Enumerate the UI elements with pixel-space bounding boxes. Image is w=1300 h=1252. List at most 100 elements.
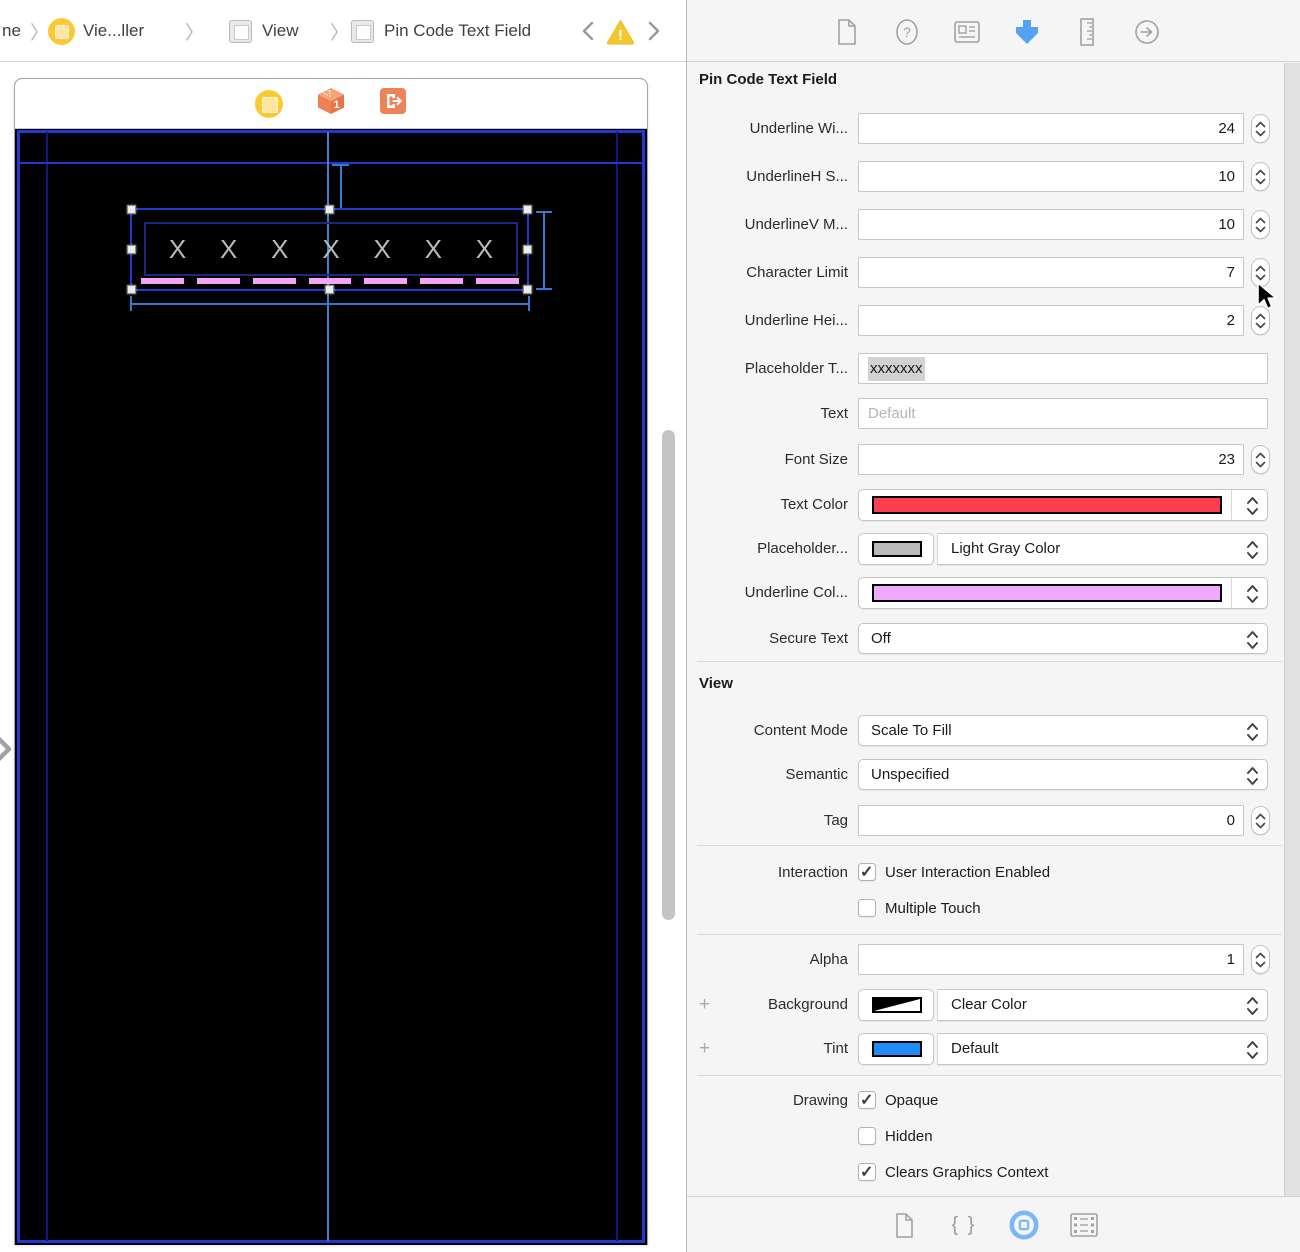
breadcrumb-prefix[interactable]: ne bbox=[2, 0, 21, 62]
placeholder-char: X bbox=[168, 233, 187, 264]
placeholder-color-popup[interactable]: Light Gray Color bbox=[937, 533, 1268, 565]
text-input[interactable]: Default bbox=[858, 398, 1268, 429]
field-label: Character Limit bbox=[746, 264, 848, 281]
view-icon[interactable] bbox=[229, 0, 252, 62]
font-size-input[interactable]: 23 bbox=[858, 444, 1244, 475]
view-controller-icon[interactable] bbox=[255, 89, 283, 118]
right-margin-guide bbox=[616, 132, 618, 1241]
code-snippet-library-icon[interactable]: { } bbox=[949, 1210, 979, 1240]
tag-stepper[interactable] bbox=[1251, 806, 1270, 835]
underline-width-stepper[interactable] bbox=[1251, 114, 1270, 143]
svg-text:?: ? bbox=[903, 24, 911, 40]
exit-icon[interactable] bbox=[379, 87, 407, 120]
file-template-library-icon[interactable] bbox=[889, 1210, 919, 1240]
connections-inspector-icon[interactable] bbox=[1134, 19, 1160, 45]
tag-input[interactable]: 0 bbox=[858, 805, 1244, 836]
resize-handle-top-right[interactable] bbox=[523, 205, 532, 214]
semantic-popup[interactable]: Unspecified bbox=[858, 759, 1268, 790]
multiple-touch-checkbox[interactable] bbox=[858, 899, 876, 917]
hidden-checkbox[interactable] bbox=[858, 1127, 876, 1145]
identity-inspector-icon[interactable] bbox=[954, 19, 980, 45]
view-controller-scene[interactable]: 1 X X X X X X X bbox=[14, 78, 648, 1245]
underlinev-margin-stepper[interactable] bbox=[1251, 210, 1270, 239]
section-title-view: View bbox=[699, 675, 733, 692]
scene-dock: 1 bbox=[15, 79, 647, 129]
checkbox-label: Opaque bbox=[885, 1092, 939, 1109]
resize-handle-top-center[interactable] bbox=[325, 205, 334, 214]
warning-icon[interactable]: ! bbox=[606, 0, 635, 62]
view-controller-icon[interactable] bbox=[48, 0, 75, 62]
secure-text-popup[interactable]: Off bbox=[858, 623, 1268, 654]
field-row-content-mode: Content Mode Scale To Fill bbox=[687, 715, 1279, 746]
tint-color-popup[interactable]: Default bbox=[937, 1033, 1268, 1065]
field-row-drawing-2: Hidden bbox=[687, 1121, 1279, 1152]
tint-color-swatch bbox=[872, 1041, 922, 1057]
quick-help-inspector-icon[interactable]: ? bbox=[894, 19, 920, 45]
first-responder-icon[interactable]: 1 bbox=[316, 86, 346, 121]
underline-color-well[interactable] bbox=[858, 577, 1268, 609]
field-label: Underline Wi... bbox=[749, 120, 848, 137]
attributes-inspector-icon[interactable] bbox=[1014, 19, 1040, 45]
section-title-pin-code-text-field: Pin Code Text Field bbox=[699, 71, 838, 88]
issue-forward-icon[interactable] bbox=[647, 0, 661, 62]
object-library-icon[interactable] bbox=[1009, 1210, 1039, 1240]
field-row-semantic: Semantic Unspecified bbox=[687, 759, 1279, 790]
storyboard-canvas: 1 X X X X X X X bbox=[0, 62, 686, 1252]
placeholder-color-well[interactable] bbox=[858, 533, 934, 565]
clears-graphics-context-checkbox[interactable]: ✓ bbox=[858, 1163, 876, 1181]
character-limit-input[interactable]: 7 bbox=[858, 257, 1244, 288]
chevron-updown-icon bbox=[1246, 721, 1259, 753]
left-margin-guide bbox=[46, 132, 48, 1241]
resize-handle-bottom-right[interactable] bbox=[523, 285, 532, 294]
field-row-underlineh-spacing: UnderlineH S... 10 bbox=[687, 161, 1279, 192]
resize-handle-bottom-left[interactable] bbox=[127, 285, 136, 294]
underline-height-input[interactable]: 2 bbox=[858, 305, 1244, 336]
canvas-scrollbar[interactable] bbox=[662, 430, 675, 920]
field-row-drawing-3: ✓ Clears Graphics Context bbox=[687, 1157, 1279, 1188]
issue-back-icon[interactable] bbox=[581, 0, 595, 62]
size-inspector-icon[interactable] bbox=[1074, 18, 1100, 46]
field-label: Placeholder T... bbox=[744, 360, 848, 377]
alpha-input[interactable]: 1 bbox=[858, 944, 1244, 975]
resize-handle-mid-right[interactable] bbox=[523, 245, 532, 254]
field-row-underline-color: Underline Col... bbox=[687, 577, 1279, 609]
underlineh-spacing-input[interactable]: 10 bbox=[858, 161, 1244, 192]
font-size-stepper[interactable] bbox=[1251, 445, 1270, 474]
height-distance-line bbox=[543, 212, 545, 290]
field-label: Underline Hei... bbox=[744, 312, 848, 329]
resize-handle-mid-left[interactable] bbox=[127, 245, 136, 254]
user-interaction-enabled-checkbox[interactable]: ✓ bbox=[858, 863, 876, 881]
field-label: Semantic bbox=[785, 766, 848, 783]
underline-width-input[interactable]: 24 bbox=[858, 113, 1244, 144]
opaque-checkbox[interactable]: ✓ bbox=[858, 1091, 876, 1109]
tint-color-well[interactable] bbox=[858, 1033, 934, 1065]
view-icon[interactable] bbox=[351, 0, 374, 62]
text-color-well[interactable] bbox=[858, 489, 1268, 521]
file-inspector-icon[interactable] bbox=[834, 19, 860, 45]
underlineh-spacing-stepper[interactable] bbox=[1251, 162, 1270, 191]
root-view[interactable]: X X X X X X X bbox=[15, 129, 647, 1245]
height-distance-cap-bottom bbox=[536, 288, 552, 290]
field-row-character-limit: Character Limit 7 bbox=[687, 257, 1279, 288]
scene-entry-arrow-icon[interactable] bbox=[0, 730, 13, 773]
field-label: Interaction bbox=[777, 864, 848, 881]
breadcrumb-chevron-icon: 〉 bbox=[330, 22, 350, 44]
breadcrumb-item-view[interactable]: View bbox=[262, 0, 299, 62]
field-label: UnderlineV M... bbox=[744, 216, 848, 233]
background-color-well[interactable] bbox=[858, 989, 934, 1021]
content-mode-popup[interactable]: Scale To Fill bbox=[858, 715, 1268, 746]
field-label: Text bbox=[820, 405, 848, 422]
field-label: Secure Text bbox=[769, 630, 848, 647]
background-color-popup[interactable]: Clear Color bbox=[937, 989, 1268, 1021]
placeholder-text-input[interactable]: xxxxxxx bbox=[858, 353, 1268, 384]
clear-color-swatch bbox=[872, 997, 922, 1013]
placeholder-char: X bbox=[424, 233, 442, 264]
resize-handle-bottom-center[interactable] bbox=[325, 285, 334, 294]
inspector-scrollbar-track[interactable] bbox=[1284, 63, 1300, 1196]
media-library-icon[interactable] bbox=[1069, 1210, 1099, 1240]
alpha-stepper[interactable] bbox=[1251, 945, 1270, 974]
breadcrumb-item-pin-code-text-field[interactable]: Pin Code Text Field bbox=[384, 0, 531, 62]
breadcrumb-item-view-controller[interactable]: Vie...ller bbox=[83, 0, 144, 62]
resize-handle-top-left[interactable] bbox=[127, 205, 136, 214]
underlinev-margin-input[interactable]: 10 bbox=[858, 209, 1244, 240]
